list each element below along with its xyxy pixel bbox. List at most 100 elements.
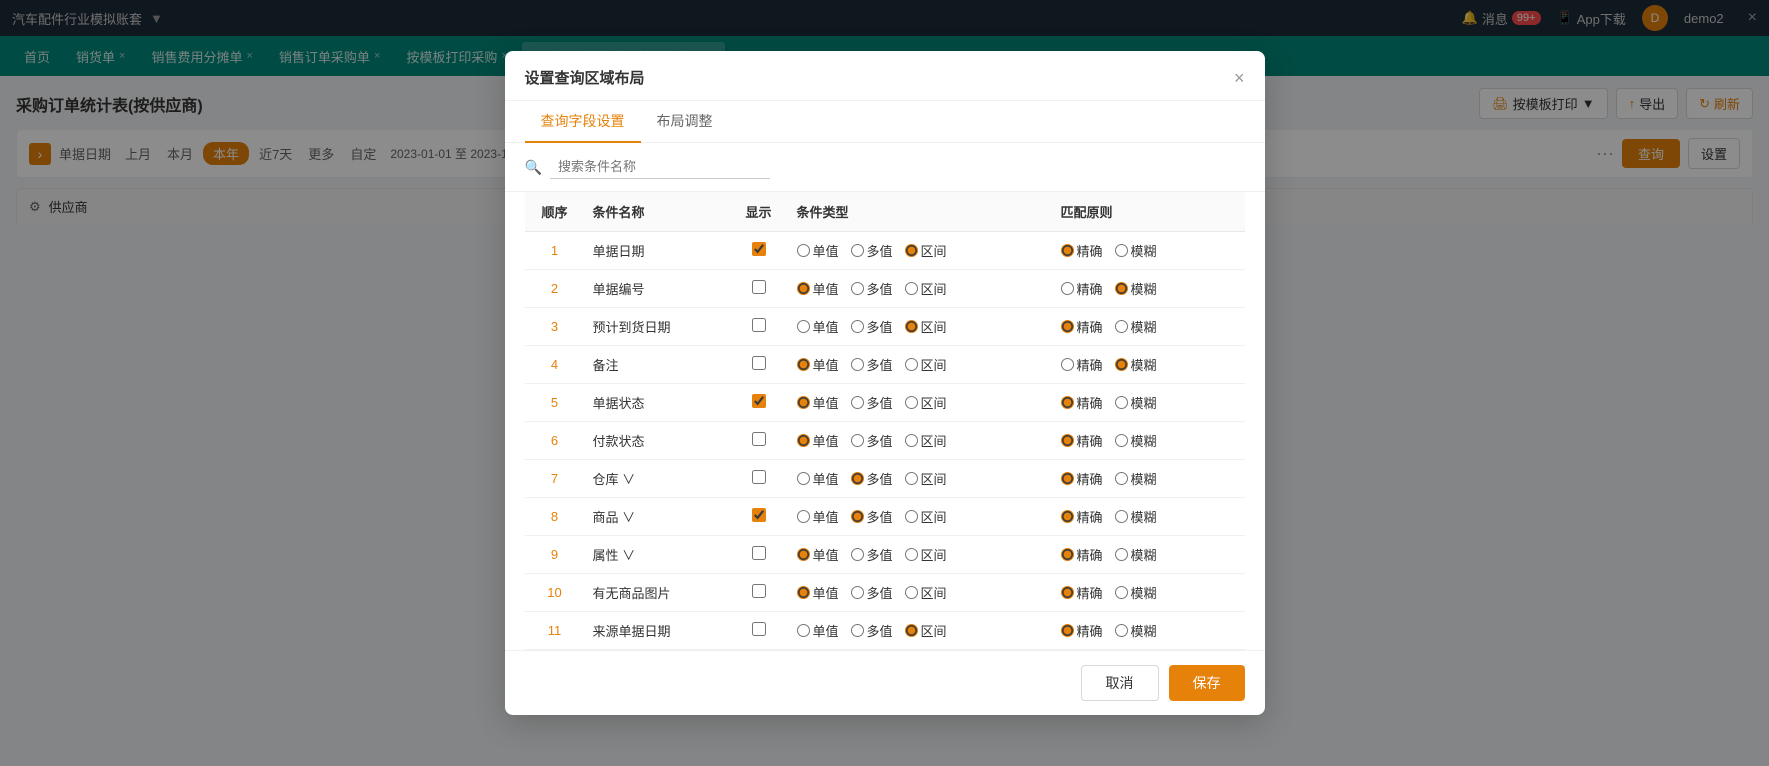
display-checkbox[interactable] [752,280,766,294]
display-checkbox[interactable] [752,394,766,408]
row-type-cell: 单值多值区间 [789,422,1053,460]
display-checkbox[interactable] [752,432,766,446]
display-checkbox-label[interactable] [752,586,766,601]
match-radio-group: 精确模糊 [1061,393,1237,412]
display-checkbox[interactable] [752,622,766,636]
match-radio-option[interactable]: 模糊 [1115,507,1157,526]
row-type-cell: 单值多值区间 [789,232,1053,270]
dialog-close-btn[interactable]: × [1234,69,1245,87]
match-radio-group: 精确模糊 [1061,583,1237,602]
col-header-match: 匹配原则 [1053,192,1245,232]
type-radio-option[interactable]: 多值 [851,355,893,374]
table-row: 5单据状态单值多值区间精确模糊 [525,384,1245,422]
row-order: 7 [525,460,585,498]
display-checkbox[interactable] [752,546,766,560]
display-checkbox-label[interactable] [752,510,766,525]
display-checkbox[interactable] [752,470,766,484]
display-checkbox-label[interactable] [752,472,766,487]
match-radio-option[interactable]: 精确 [1061,279,1103,298]
table-row: 3预计到货日期单值多值区间精确模糊 [525,308,1245,346]
match-radio-option[interactable]: 精确 [1061,545,1103,564]
type-radio-option[interactable]: 区间 [905,241,947,260]
type-radio-option[interactable]: 单值 [797,545,839,564]
match-radio-group: 精确模糊 [1061,469,1237,488]
type-radio-option[interactable]: 多值 [851,393,893,412]
tab-field-settings[interactable]: 查询字段设置 [525,101,641,143]
match-radio-group: 精确模糊 [1061,431,1237,450]
type-radio-option[interactable]: 多值 [851,317,893,336]
type-radio-option[interactable]: 单值 [797,241,839,260]
row-type-cell: 单值多值区间 [789,308,1053,346]
match-radio-option[interactable]: 精确 [1061,317,1103,336]
tab-layout-adjust[interactable]: 布局调整 [641,101,729,143]
display-checkbox-label[interactable] [752,358,766,373]
cancel-button[interactable]: 取消 [1081,665,1159,701]
match-radio-option[interactable]: 精确 [1061,621,1103,640]
type-radio-option[interactable]: 区间 [905,583,947,602]
type-radio-option[interactable]: 单值 [797,469,839,488]
type-radio-option[interactable]: 单值 [797,317,839,336]
table-row: 4备注单值多值区间精确模糊 [525,346,1245,384]
display-checkbox-label[interactable] [752,624,766,639]
type-radio-option[interactable]: 多值 [851,241,893,260]
display-checkbox-label[interactable] [752,548,766,563]
type-radio-option[interactable]: 区间 [905,621,947,640]
display-checkbox-label[interactable] [752,396,766,411]
type-radio-option[interactable]: 区间 [905,355,947,374]
match-radio-option[interactable]: 模糊 [1115,241,1157,260]
match-radio-option[interactable]: 精确 [1061,469,1103,488]
match-radio-option[interactable]: 模糊 [1115,621,1157,640]
row-match-cell: 精确模糊 [1053,270,1245,308]
type-radio-option[interactable]: 区间 [905,507,947,526]
display-checkbox-label[interactable] [752,244,766,259]
type-radio-option[interactable]: 单值 [797,393,839,412]
match-radio-option[interactable]: 模糊 [1115,279,1157,298]
type-radio-option[interactable]: 多值 [851,469,893,488]
display-checkbox[interactable] [752,318,766,332]
type-radio-option[interactable]: 多值 [851,507,893,526]
display-checkbox-label[interactable] [752,434,766,449]
type-radio-group: 单值多值区间 [797,355,1045,374]
match-radio-option[interactable]: 精确 [1061,507,1103,526]
type-radio-option[interactable]: 区间 [905,545,947,564]
type-radio-option[interactable]: 多值 [851,621,893,640]
match-radio-option[interactable]: 模糊 [1115,355,1157,374]
type-radio-option[interactable]: 区间 [905,469,947,488]
type-radio-option[interactable]: 单值 [797,279,839,298]
type-radio-option[interactable]: 区间 [905,393,947,412]
type-radio-option[interactable]: 多值 [851,583,893,602]
match-radio-option[interactable]: 模糊 [1115,393,1157,412]
save-button[interactable]: 保存 [1169,665,1245,701]
match-radio-option[interactable]: 精确 [1061,355,1103,374]
display-checkbox[interactable] [752,584,766,598]
display-checkbox[interactable] [752,356,766,370]
match-radio-option[interactable]: 模糊 [1115,431,1157,450]
match-radio-option[interactable]: 精确 [1061,583,1103,602]
match-radio-option[interactable]: 模糊 [1115,317,1157,336]
row-match-cell: 精确模糊 [1053,384,1245,422]
condition-search-input[interactable] [550,155,770,179]
type-radio-option[interactable]: 单值 [797,621,839,640]
match-radio-option[interactable]: 精确 [1061,241,1103,260]
match-radio-option[interactable]: 精确 [1061,431,1103,450]
type-radio-option[interactable]: 区间 [905,431,947,450]
match-radio-option[interactable]: 模糊 [1115,545,1157,564]
type-radio-option[interactable]: 单值 [797,355,839,374]
match-radio-option[interactable]: 精确 [1061,393,1103,412]
display-checkbox-label[interactable] [752,282,766,297]
type-radio-option[interactable]: 区间 [905,279,947,298]
type-radio-option[interactable]: 多值 [851,279,893,298]
match-radio-option[interactable]: 模糊 [1115,469,1157,488]
type-radio-option[interactable]: 多值 [851,545,893,564]
type-radio-option[interactable]: 单值 [797,583,839,602]
display-checkbox-label[interactable] [752,320,766,335]
match-radio-option[interactable]: 模糊 [1115,583,1157,602]
type-radio-option[interactable]: 单值 [797,507,839,526]
display-checkbox[interactable] [752,242,766,256]
row-match-cell: 精确模糊 [1053,422,1245,460]
type-radio-option[interactable]: 多值 [851,431,893,450]
type-radio-option[interactable]: 单值 [797,431,839,450]
row-display-cell [729,460,789,498]
type-radio-option[interactable]: 区间 [905,317,947,336]
display-checkbox[interactable] [752,508,766,522]
